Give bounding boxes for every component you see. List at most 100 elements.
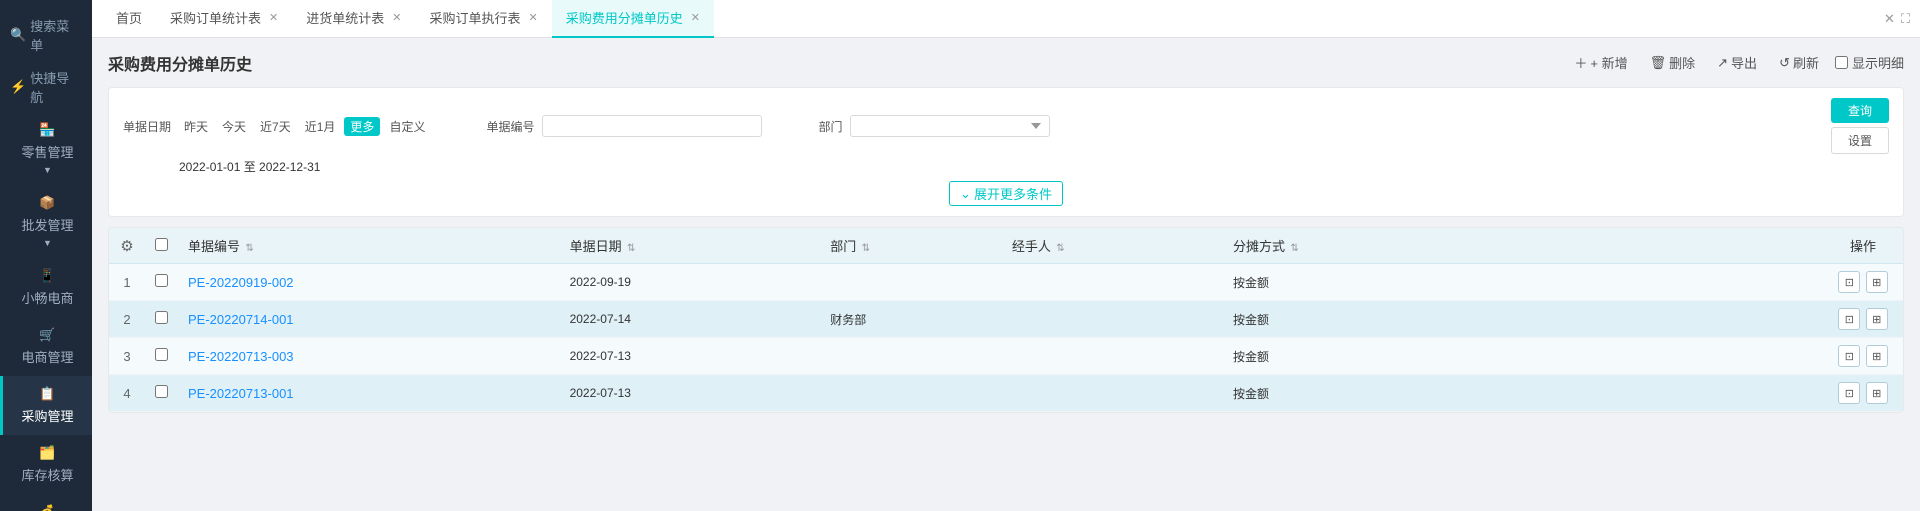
sidebar-item-wholesale[interactable]: 📦 批发管理 ▼ (0, 185, 92, 258)
delete-button[interactable]: 🗑 删除 (1644, 50, 1702, 75)
content-area: 采购费用分摊单历史 ＋ + 新增 🗑 删除 ↗ 导出 ↺ 刷新 (92, 38, 1920, 511)
doc-no-input[interactable] (542, 115, 762, 137)
tab-purchase-order-exec[interactable]: 采购订单执行表 ✕ (415, 0, 551, 38)
sidebar-item-retail[interactable]: 🏪 零售管理 ▼ (0, 112, 92, 185)
sidebar-item-finance[interactable]: 💰 资金管理 (0, 494, 92, 511)
row-edit-icon-3[interactable]: ⊞ (1866, 382, 1888, 404)
expand-row: ⌄ 展开更多条件 (123, 181, 1889, 206)
row-split-method-1: 按金额 (1223, 301, 1823, 338)
row-num-3: 4 (109, 375, 145, 412)
export-button[interactable]: ↗ 导出 (1711, 50, 1763, 75)
search-button[interactable]: 查询 (1831, 98, 1889, 123)
tab-purchase-cost-history[interactable]: 采购费用分摊单历史 ✕ (552, 0, 714, 38)
add-icon: ＋ (1574, 53, 1587, 72)
col-handler: 经手人 ⇅ (1002, 228, 1223, 264)
show-cols-label: 显示明细 (1852, 53, 1904, 72)
row-view-icon-0[interactable]: ⊡ (1838, 271, 1860, 293)
col-handler-sort[interactable]: ⇅ (1056, 243, 1064, 254)
sidebar-retail-label: 零售管理 (21, 142, 73, 161)
col-doc-no-sort[interactable]: ⇅ (245, 243, 253, 254)
chevron-down-icon: ▼ (43, 165, 52, 175)
date-label: 单据日期 (123, 118, 171, 135)
col-settings[interactable]: ⚙ (109, 228, 145, 264)
add-button[interactable]: ＋ + 新增 (1568, 50, 1633, 75)
row-doc-no-link-1[interactable]: PE-20220714-001 (188, 312, 294, 327)
row-doc-no-link-3[interactable]: PE-20220713-001 (188, 386, 294, 401)
date-range-display: 2022-01-01 至 2022-12-31 (179, 160, 320, 174)
row-checkbox-1[interactable] (155, 311, 168, 324)
tab-arrival-stats-label: 进货单统计表 (306, 8, 384, 27)
row-edit-icon-2[interactable]: ⊞ (1866, 345, 1888, 367)
date-more[interactable]: 更多 (344, 117, 380, 136)
col-date-sort[interactable]: ⇅ (627, 243, 635, 254)
filter-row: 单据日期 昨天 今天 近7天 近1月 更多 自定义 单据编号 (123, 98, 1889, 154)
show-cols-checkbox-group[interactable]: 显示明细 (1835, 53, 1904, 72)
date-7days[interactable]: 近7天 (255, 117, 296, 136)
row-handler-3 (1002, 375, 1223, 412)
date-yesterday[interactable]: 昨天 (179, 117, 213, 136)
tab-purchase-order-stats-label: 采购订单统计表 (170, 8, 261, 27)
page-title: 采购费用分摊单历史 (108, 51, 252, 75)
row-num-1: 2 (109, 301, 145, 338)
select-all-checkbox[interactable] (155, 238, 168, 251)
row-view-icon-2[interactable]: ⊡ (1838, 345, 1860, 367)
close-tab-purchase-order-stats[interactable]: ✕ (269, 11, 278, 24)
sidebar-item-search[interactable]: 🔍 搜索菜单 (0, 8, 92, 62)
show-cols-checkbox[interactable] (1835, 56, 1848, 69)
row-handler-1 (1002, 301, 1223, 338)
col-check (145, 228, 178, 264)
expand-more-conditions[interactable]: ⌄ 展开更多条件 (949, 181, 1063, 206)
col-ops: 操作 (1823, 228, 1903, 264)
sidebar-item-mobile[interactable]: 📱 小畅电商 (0, 258, 92, 317)
row-edit-icon-1[interactable]: ⊞ (1866, 308, 1888, 330)
mobile-icon: 📱 (39, 268, 55, 284)
table-row: 4 PE-20220713-001 2022-07-13 按金额 ⊡ ⊞ (109, 375, 1903, 412)
date-custom[interactable]: 自定义 (384, 117, 430, 136)
close-tab-purchase-cost-history[interactable]: ✕ (691, 11, 700, 24)
row-doc-no-link-0[interactable]: PE-20220919-002 (188, 275, 294, 290)
row-dept-1: 财务部 (820, 301, 1002, 338)
data-table: ⚙ 单据编号 ⇅ 单据日期 ⇅ (109, 228, 1903, 412)
sidebar-item-inventory[interactable]: 🗂️ 库存核算 (0, 435, 92, 494)
sidebar-mobile-label: 小畅电商 (21, 288, 73, 307)
col-ops-label: 操作 (1850, 239, 1876, 254)
sidebar-item-quicknav[interactable]: ⚡ 快捷导航 (0, 62, 92, 112)
col-dept-sort[interactable]: ⇅ (862, 243, 870, 254)
refresh-button[interactable]: ↺ 刷新 (1773, 50, 1825, 75)
sidebar-quicknav-label: 快捷导航 (30, 68, 82, 106)
dept-select[interactable] (850, 115, 1050, 137)
row-doc-no-link-2[interactable]: PE-20220713-003 (188, 349, 294, 364)
col-doc-no: 单据编号 ⇅ (178, 228, 560, 264)
row-checkbox-3[interactable] (155, 385, 168, 398)
row-date-3: 2022-07-13 (560, 375, 821, 412)
date-1month[interactable]: 近1月 (300, 117, 341, 136)
row-date-1: 2022-07-14 (560, 301, 821, 338)
sidebar-item-ecom[interactable]: 🛒 电商管理 (0, 317, 92, 376)
close-tab-arrival-stats[interactable]: ✕ (392, 11, 401, 24)
date-today[interactable]: 今天 (217, 117, 251, 136)
maximize-icon[interactable]: ⛶ (1901, 11, 1910, 27)
chevron-down-icon-2: ▼ (43, 238, 52, 248)
row-checkbox-0[interactable] (155, 274, 168, 287)
close-all-tabs-icon[interactable]: ✕ (1884, 11, 1895, 27)
delete-label: 删除 (1669, 53, 1695, 72)
row-dept-3 (820, 375, 1002, 412)
tab-home[interactable]: 首页 (102, 0, 156, 38)
tab-purchase-order-stats[interactable]: 采购订单统计表 ✕ (156, 0, 292, 38)
row-edit-icon-0[interactable]: ⊞ (1866, 271, 1888, 293)
row-view-icon-3[interactable]: ⊡ (1838, 382, 1860, 404)
row-split-method-3: 按金额 (1223, 375, 1823, 412)
date-shortcuts: 昨天 今天 近7天 近1月 更多 自定义 (179, 117, 430, 136)
row-checkbox-2[interactable] (155, 348, 168, 361)
sidebar-item-purchase[interactable]: 📋 采购管理 (0, 376, 92, 435)
col-split-method-sort[interactable]: ⇅ (1290, 243, 1298, 254)
row-split-method-2: 按金额 (1223, 338, 1823, 375)
row-split-method-0: 按金额 (1223, 264, 1823, 301)
row-handler-2 (1002, 338, 1223, 375)
row-view-icon-1[interactable]: ⊡ (1838, 308, 1860, 330)
sidebar-search-label: 搜索菜单 (30, 16, 82, 54)
close-tab-purchase-order-exec[interactable]: ✕ (529, 11, 538, 24)
row-check-3 (145, 375, 178, 412)
filter-settings-button[interactable]: 设置 (1831, 127, 1889, 154)
tab-arrival-stats[interactable]: 进货单统计表 ✕ (292, 0, 415, 38)
